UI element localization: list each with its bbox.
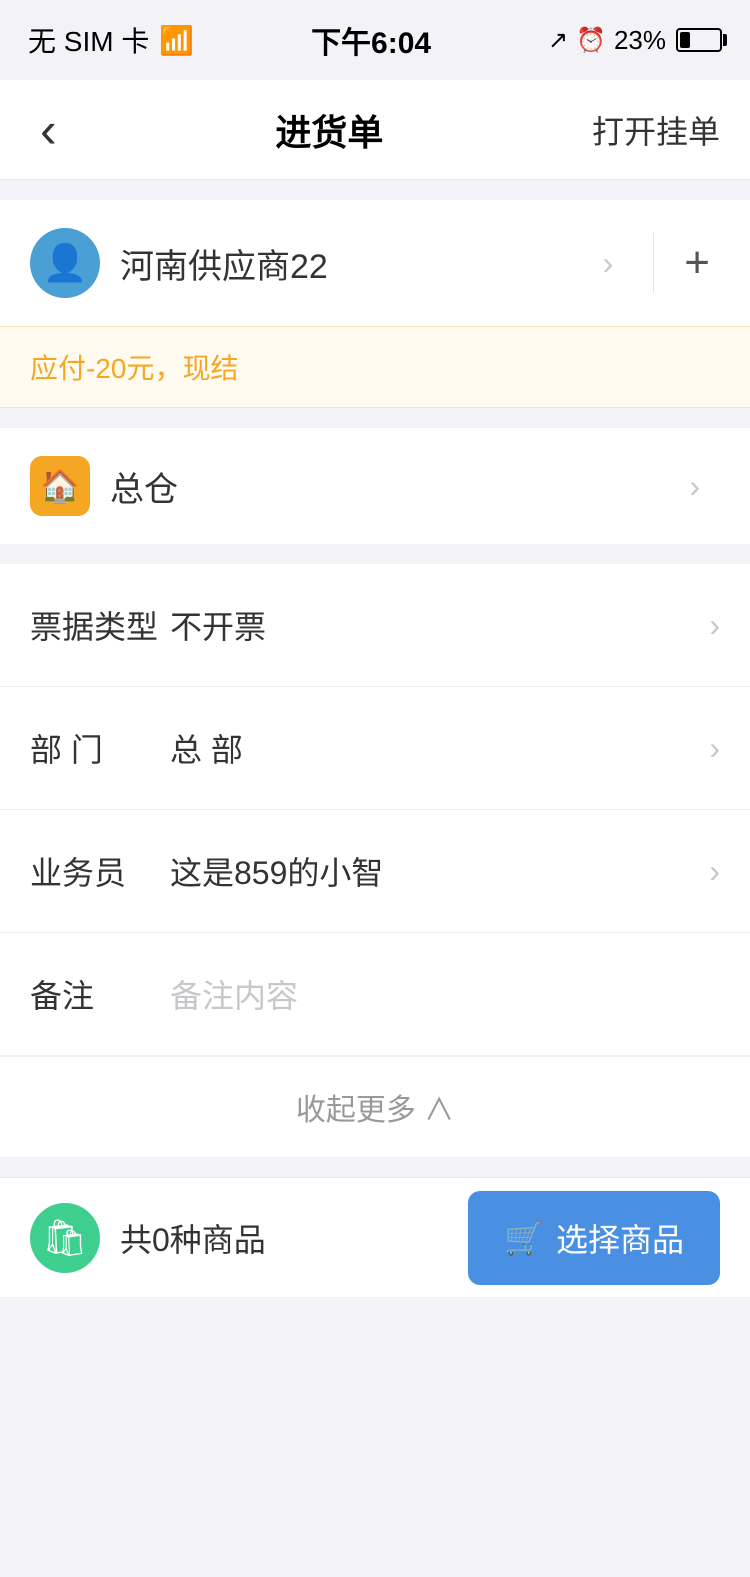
back-icon: ‹ <box>40 102 57 158</box>
form-section: 票据类型 不开票 › 部 门 总 部 › 业务员 这是859的小智 › <box>0 564 750 1157</box>
divider <box>653 233 654 293</box>
remark-input[interactable]: 备注内容 <box>170 971 720 1017</box>
goods-icon: 🛍 <box>42 1217 88 1259</box>
department-label: 部 门 <box>30 725 170 771</box>
warehouse-icon: 🏠 <box>40 467 80 505</box>
nav-bar: ‹ 进货单 打开挂单 <box>0 80 750 180</box>
department-row[interactable]: 部 门 总 部 › <box>0 687 750 810</box>
alarm-icon: ⏰ <box>576 26 606 55</box>
select-goods-button[interactable]: 🛒 选择商品 <box>468 1191 720 1285</box>
content-area: 👤 河南供应商22 › + 应付-20元，现结 🏠 总仓 › 票据类型 <box>0 180 750 1577</box>
avatar-icon: 👤 <box>43 242 88 284</box>
status-bar: 无 SIM 卡 📶 下午6:04 ↗ ⏰ 23% <box>0 0 750 80</box>
invoice-type-label: 票据类型 <box>30 602 170 648</box>
page-background <box>0 1297 750 1577</box>
open-pending-button[interactable]: 打开挂单 <box>592 107 720 153</box>
gap1 <box>0 180 750 200</box>
goods-count-label: 共0种商品 <box>120 1215 468 1261</box>
battery-icon <box>676 28 722 52</box>
warehouse-icon-bg: 🏠 <box>30 456 90 516</box>
warehouse-row[interactable]: 🏠 总仓 › <box>0 428 750 544</box>
warehouse-name: 总仓 <box>110 462 689 511</box>
supplier-card: 👤 河南供应商22 › + 应付-20元，现结 <box>0 200 750 408</box>
collapse-row[interactable]: 收起更多 ∧ <box>0 1056 750 1157</box>
select-goods-label: 选择商品 <box>556 1215 684 1261</box>
gap2 <box>0 408 750 428</box>
salesperson-row[interactable]: 业务员 这是859的小智 › <box>0 810 750 933</box>
supplier-name: 河南供应商22 <box>120 239 603 288</box>
avatar: 👤 <box>30 228 100 298</box>
invoice-type-chevron-icon: › <box>709 607 720 644</box>
warehouse-card[interactable]: 🏠 总仓 › <box>0 428 750 544</box>
goods-icon-bg: 🛍 <box>30 1203 100 1273</box>
salesperson-chevron-icon: › <box>709 853 720 890</box>
battery-percent: 23% <box>614 25 666 56</box>
back-button[interactable]: ‹ <box>30 91 67 169</box>
warehouse-chevron-icon: › <box>689 468 700 505</box>
gap3 <box>0 544 750 564</box>
invoice-type-row[interactable]: 票据类型 不开票 › <box>0 564 750 687</box>
salesperson-value: 这是859的小智 <box>170 848 709 894</box>
location-icon: ↗ <box>548 26 568 55</box>
bottom-bar: 🛍 共0种商品 🛒 选择商品 <box>0 1177 750 1297</box>
page-title: 进货单 <box>275 104 383 156</box>
status-right: ↗ ⏰ 23% <box>548 25 722 56</box>
department-value: 总 部 <box>170 725 709 771</box>
add-supplier-button[interactable]: + <box>674 238 720 288</box>
salesperson-label: 业务员 <box>30 848 170 894</box>
collapse-label: 收起更多 ∧ <box>296 1085 454 1129</box>
status-time: 下午6:04 <box>311 18 431 62</box>
remark-label: 备注 <box>30 971 170 1017</box>
invoice-type-value: 不开票 <box>170 602 709 648</box>
carrier-text: 无 SIM 卡 <box>28 20 149 60</box>
notice-banner: 应付-20元，现结 <box>0 326 750 408</box>
select-goods-icon: 🛒 <box>504 1219 544 1257</box>
remark-row[interactable]: 备注 备注内容 <box>0 933 750 1056</box>
wifi-icon: 📶 <box>159 24 194 57</box>
department-chevron-icon: › <box>709 730 720 767</box>
chevron-right-icon: › <box>603 245 614 282</box>
supplier-row[interactable]: 👤 河南供应商22 › + <box>0 200 750 326</box>
status-carrier: 无 SIM 卡 📶 <box>28 20 194 60</box>
notice-text: 应付-20元，现结 <box>30 353 238 384</box>
